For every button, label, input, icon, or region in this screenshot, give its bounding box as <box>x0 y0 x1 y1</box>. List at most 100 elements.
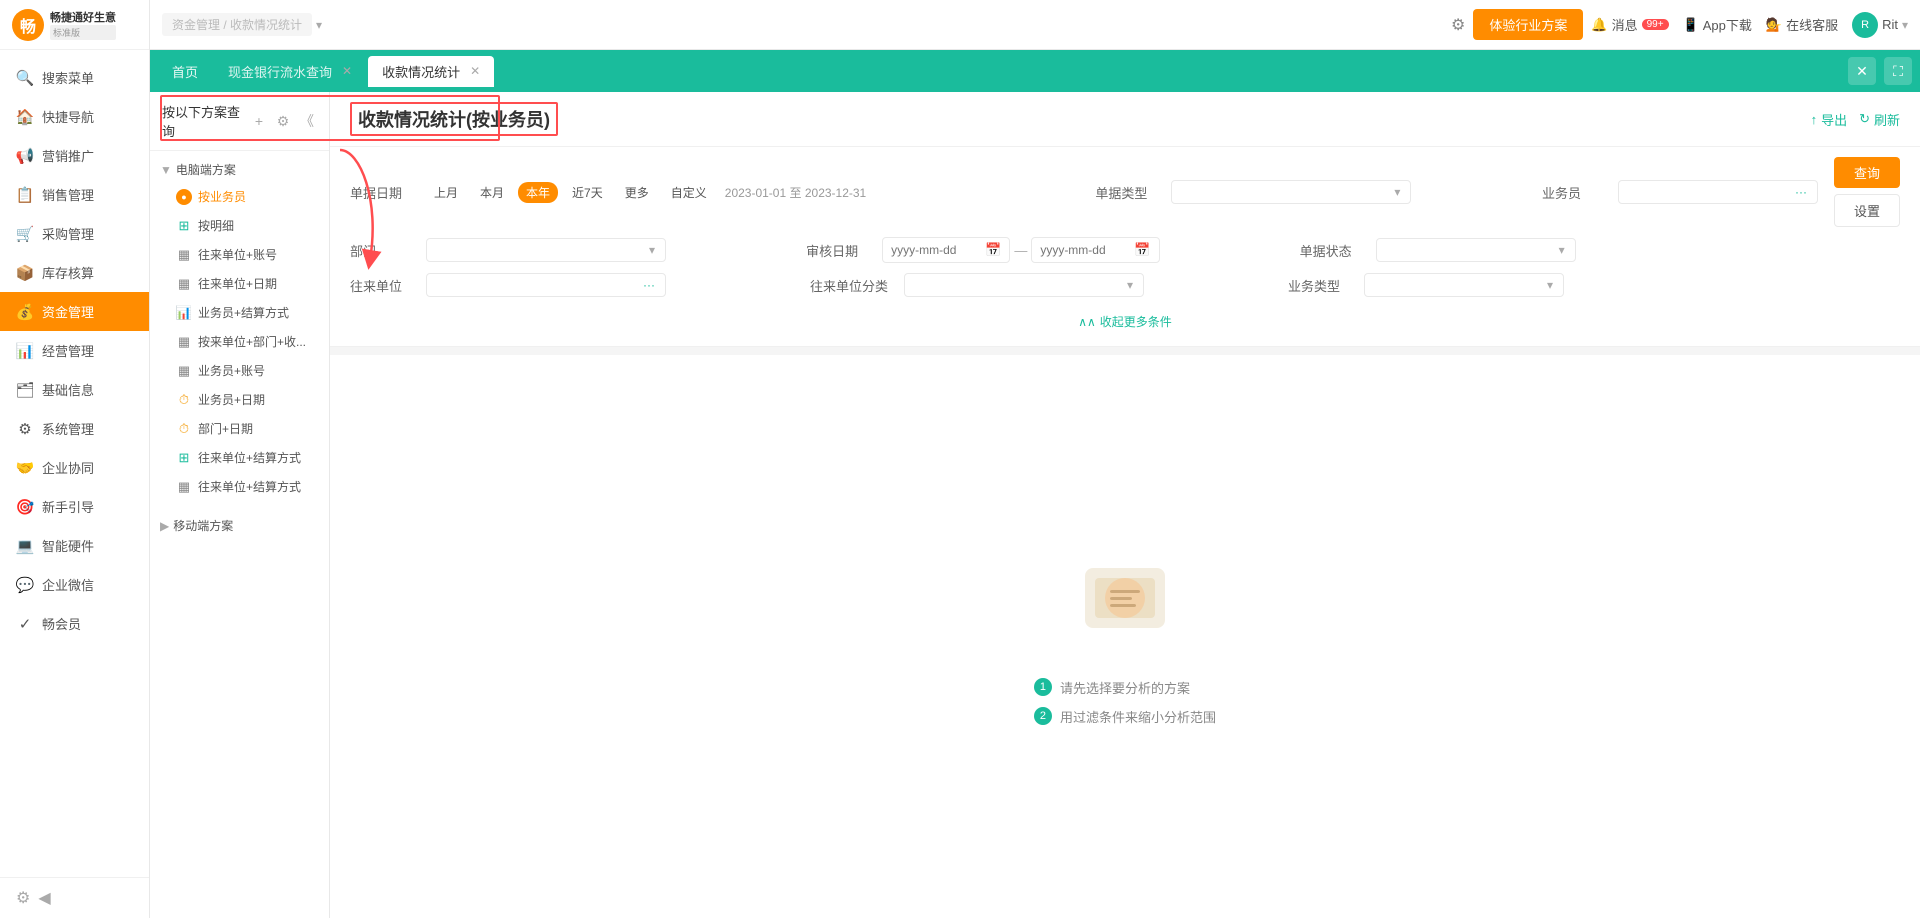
dept-date-icon: ⏱ <box>176 421 192 437</box>
sidebar-item-purchase[interactable]: 🛒 采购管理 <box>0 214 149 253</box>
sidebar-label-enterprise: 企业协同 <box>42 458 94 477</box>
tab-bank-flow-close[interactable]: ✕ <box>342 64 352 78</box>
tab-collection-stats[interactable]: 收款情况统计 ✕ <box>368 56 494 87</box>
review-date-from-field[interactable] <box>891 243 981 257</box>
filter-date-tabs: 上月 本月 本年 近7天 更多 自定义 2023-01-01 至 2023-12… <box>426 182 866 203</box>
sidebar-item-operations[interactable]: 📊 经营管理 <box>0 331 149 370</box>
breadcrumb-dropdown[interactable]: ▾ <box>316 18 322 32</box>
date-tab-last-7[interactable]: 近7天 <box>564 182 611 203</box>
tab-home-label: 首页 <box>172 62 198 81</box>
review-date-to-field[interactable] <box>1040 243 1130 257</box>
tab-home[interactable]: 首页 <box>158 56 212 87</box>
sidebar-item-hardware[interactable]: 💻 智能硬件 <box>0 526 149 565</box>
scheme-item-detail[interactable]: ⊞ 按明细 <box>150 211 329 240</box>
scheme-mobile-header[interactable]: ▶ 移动端方案 <box>150 513 329 538</box>
user-name-label: Rit <box>1882 17 1898 32</box>
sidebar-label-system: 系统管理 <box>42 419 94 438</box>
scheme-item-counterpart-date[interactable]: ▦ 往来单位+日期 <box>150 269 329 298</box>
user-dropdown-arrow[interactable]: ▾ <box>1902 18 1908 32</box>
tabbar-expand-btn[interactable]: ⛶ <box>1884 57 1912 85</box>
desktop-section-label: 电脑端方案 <box>176 161 236 178</box>
sidebar-collapse-icon[interactable]: ◀ <box>38 888 50 908</box>
logo-text-area: 畅捷通好生意 标准版 <box>50 9 116 40</box>
empty-hint-1: 1 请先选择要分析的方案 <box>1034 678 1216 697</box>
desktop-section-arrow: ▼ <box>160 163 172 177</box>
page-title: 收款情况统计(按业务员) <box>350 102 558 136</box>
sidebar-item-wechat[interactable]: 💬 企业微信 <box>0 565 149 604</box>
export-button[interactable]: ↑ 导出 <box>1811 110 1848 129</box>
user-avatar[interactable]: R Rit ▾ <box>1852 12 1908 38</box>
trial-button[interactable]: 体验行业方案 <box>1473 9 1583 40</box>
scheme-item-counterpart-account[interactable]: ▦ 往来单位+账号 <box>150 240 329 269</box>
sidebar-item-quick-nav[interactable]: 🏠 快捷导航 <box>0 97 149 136</box>
salesperson-more-btn[interactable]: ··· <box>1795 185 1807 199</box>
scheme-mobile-section: ▶ 移动端方案 <box>150 507 329 544</box>
sidebar-item-guide[interactable]: 🎯 新手引导 <box>0 487 149 526</box>
sidebar-item-finance[interactable]: 💰 资金管理 <box>0 292 149 331</box>
marketing-icon: 📢 <box>16 147 34 165</box>
add-scheme-icon[interactable]: + <box>249 111 269 131</box>
scheme-item-salesperson-date[interactable]: ⏱ 业务员+日期 <box>150 385 329 414</box>
refresh-icon: ↻ <box>1859 111 1870 127</box>
tab-bank-flow[interactable]: 现金银行流水查询 ✕ <box>214 56 366 87</box>
sidebar-footer: ⚙ ◀ <box>0 877 149 918</box>
detail-scheme-icon: ⊞ <box>176 218 192 234</box>
salesperson-select[interactable]: ··· <box>1618 180 1818 204</box>
doc-status-select[interactable]: ▾ <box>1376 238 1576 262</box>
sidebar-settings-icon[interactable]: ⚙ <box>16 888 30 908</box>
tab-collection-close[interactable]: ✕ <box>470 64 480 78</box>
dept-select[interactable]: ▾ <box>426 238 666 262</box>
settings-button[interactable]: 设置 <box>1834 194 1900 227</box>
scheme-item-salesperson-settle[interactable]: 📊 业务员+结算方式 <box>150 298 329 327</box>
purchase-icon: 🛒 <box>16 225 34 243</box>
date-tab-this-year[interactable]: 本年 <box>518 182 558 203</box>
scheme-collapse-icon[interactable]: 《 <box>297 111 317 131</box>
sidebar-label-search: 搜索菜单 <box>42 68 94 87</box>
date-tab-more[interactable]: 更多 <box>617 182 657 203</box>
date-label: 单据日期 <box>350 183 410 202</box>
online-service-btn[interactable]: 💁 在线客服 <box>1766 15 1838 34</box>
counterpart-select[interactable]: ··· <box>426 273 666 297</box>
query-button[interactable]: 查询 <box>1834 157 1900 188</box>
date-tab-last-month[interactable]: 上月 <box>426 182 466 203</box>
collapse-bar[interactable]: ∧∧ 收起更多条件 <box>350 307 1900 336</box>
scheme-item-counterpart-settle1[interactable]: ⊞ 往来单位+结算方式 <box>150 443 329 472</box>
sidebar-item-marketing[interactable]: 📢 营销推广 <box>0 136 149 175</box>
messages-btn[interactable]: 🔔 消息 99+ <box>1591 15 1668 34</box>
sidebar-item-inventory[interactable]: 📦 库存核算 <box>0 253 149 292</box>
sidebar-item-search[interactable]: 🔍 搜索菜单 <box>0 58 149 97</box>
tabbar: 首页 现金银行流水查询 ✕ 收款情况统计 ✕ ✕ ⛶ <box>150 50 1920 92</box>
sidebar-item-sales[interactable]: 📋 销售管理 <box>0 175 149 214</box>
filter-row-3: 往来单位 ··· 往来单位分类 ▾ 业务类型 ▾ <box>350 273 1900 297</box>
scheme-item-salesperson[interactable]: ● 按业务员 <box>150 182 329 211</box>
date-tab-this-month[interactable]: 本月 <box>472 182 512 203</box>
scheme-desktop-header[interactable]: ▼ 电脑端方案 <box>150 157 329 182</box>
scheme-item-counterpart-settle2[interactable]: ▦ 往来单位+结算方式 <box>150 472 329 501</box>
sidebar-item-enterprise[interactable]: 🤝 企业协同 <box>0 448 149 487</box>
sidebar-label-basic: 基础信息 <box>42 380 94 399</box>
counterpart-date-icon: ▦ <box>176 276 192 292</box>
sidebar-item-vip[interactable]: ✓ 畅会员 <box>0 604 149 643</box>
scheme-item-counterpart-dept[interactable]: ▦ 按来单位+部门+收... <box>150 327 329 356</box>
date-tab-custom[interactable]: 自定义 <box>663 182 715 203</box>
doc-type-select[interactable]: ▾ <box>1171 180 1411 204</box>
online-service-label: 在线客服 <box>1786 15 1838 34</box>
operations-icon: 📊 <box>16 342 34 360</box>
counterpart-more-btn[interactable]: ··· <box>643 278 655 292</box>
messages-label: 消息 <box>1612 15 1638 34</box>
tabbar-close-btn[interactable]: ✕ <box>1848 57 1876 85</box>
review-date-from-input[interactable]: 📅 <box>882 237 1010 263</box>
business-type-select[interactable]: ▾ <box>1364 273 1564 297</box>
scheme-item-salesperson-account[interactable]: ▦ 业务员+账号 <box>150 356 329 385</box>
logo-icon: 畅 <box>12 9 44 41</box>
scheme-item-dept-date[interactable]: ⏱ 部门+日期 <box>150 414 329 443</box>
sidebar-item-basic[interactable]: 🗂 基础信息 <box>0 370 149 409</box>
counterpart-category-label: 往来单位分类 <box>810 276 888 295</box>
review-date-to-input[interactable]: 📅 <box>1031 237 1159 263</box>
topbar-gear-icon[interactable]: ⚙ <box>1451 15 1465 35</box>
sidebar-item-system[interactable]: ⚙ 系统管理 <box>0 409 149 448</box>
counterpart-category-select[interactable]: ▾ <box>904 273 1144 297</box>
scheme-settings-icon[interactable]: ⚙ <box>273 111 293 131</box>
app-download-btn[interactable]: 📱 App下载 <box>1683 15 1752 34</box>
refresh-button[interactable]: ↻ 刷新 <box>1859 110 1900 129</box>
